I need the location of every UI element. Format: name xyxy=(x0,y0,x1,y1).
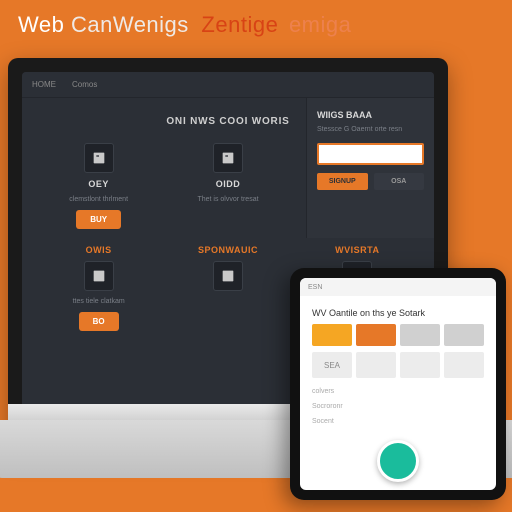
header-title: Web CanWenigs Zentige emiga xyxy=(18,12,494,38)
tablet-list: colvers Socroronr Socent xyxy=(300,388,496,425)
card-icon xyxy=(213,143,243,173)
card-icon xyxy=(84,143,114,173)
card-name: SPONWAUIC xyxy=(198,245,258,255)
card-name: OEY xyxy=(88,179,109,189)
topbar: HOME Comos xyxy=(22,72,434,98)
header-word-2: CanWenigs xyxy=(71,12,189,37)
signup-button[interactable]: SIGNUP xyxy=(317,173,368,190)
header-word-1: Web xyxy=(18,12,64,37)
sidepane-title: WIIGS BAAA xyxy=(317,110,424,120)
tablet-top-item[interactable]: ESN xyxy=(308,284,322,291)
list-item: colvers xyxy=(312,388,484,395)
color-swatch-grey-2[interactable] xyxy=(444,324,484,346)
sidepane-subtitle: Stessce G Oaernt orte resn xyxy=(317,126,424,133)
card-name: OWIS xyxy=(86,245,112,255)
sidepane-input[interactable] xyxy=(317,143,424,165)
sidepane-buttons: SIGNUP OSA xyxy=(317,173,424,190)
tablet-tab-1[interactable] xyxy=(356,352,396,378)
color-swatch-yellow[interactable] xyxy=(312,324,352,346)
card-1: OIDD Thet is olvvor tresat xyxy=(167,139,288,233)
card-icon xyxy=(213,261,243,291)
tablet-title: WV Oantile on ths ye Sotark xyxy=(300,296,496,324)
color-swatch-orange[interactable] xyxy=(356,324,396,346)
card-4: SPONWAUIC xyxy=(167,241,288,335)
header-word-4: emiga xyxy=(289,12,351,37)
header-word-3: Zentige xyxy=(201,12,278,37)
tablet-mockup: ESN WV Oantile on ths ye Sotark SEA colv… xyxy=(290,268,506,500)
card-desc: ttes tiele clatkam xyxy=(73,297,125,306)
tablet-color-row xyxy=(300,324,496,346)
tablet-tab-2[interactable] xyxy=(400,352,440,378)
card-name: OIDD xyxy=(216,179,241,189)
tablet-screen: ESN WV Oantile on ths ye Sotark SEA colv… xyxy=(300,278,496,490)
list-item: Socroronr xyxy=(312,403,484,410)
tablet-tab-0[interactable]: SEA xyxy=(312,352,352,378)
color-swatch-grey-1[interactable] xyxy=(400,324,440,346)
page-header: Web CanWenigs Zentige emiga xyxy=(0,0,512,50)
fab-button[interactable] xyxy=(377,440,419,482)
card-button[interactable]: BO xyxy=(79,312,119,331)
card-0: OEY clemstlont thrlment BUY xyxy=(38,139,159,233)
tablet-tab-row: SEA xyxy=(300,352,496,378)
list-item: Socent xyxy=(312,418,484,425)
card-name: WVISRTA xyxy=(335,245,379,255)
tablet-topbar: ESN xyxy=(300,278,496,296)
card-button[interactable]: BUY xyxy=(76,210,121,229)
topbar-item-1[interactable]: HOME xyxy=(32,80,56,89)
side-panel: WIIGS BAAA Stessce G Oaernt orte resn SI… xyxy=(306,98,434,238)
card-desc: clemstlont thrlment xyxy=(69,195,128,204)
topbar-item-2[interactable]: Comos xyxy=(72,80,97,89)
card-desc: Thet is olvvor tresat xyxy=(197,195,258,204)
osa-button[interactable]: OSA xyxy=(374,173,425,190)
card-icon xyxy=(84,261,114,291)
tablet-tab-3[interactable] xyxy=(444,352,484,378)
card-3: OWIS ttes tiele clatkam BO xyxy=(38,241,159,335)
